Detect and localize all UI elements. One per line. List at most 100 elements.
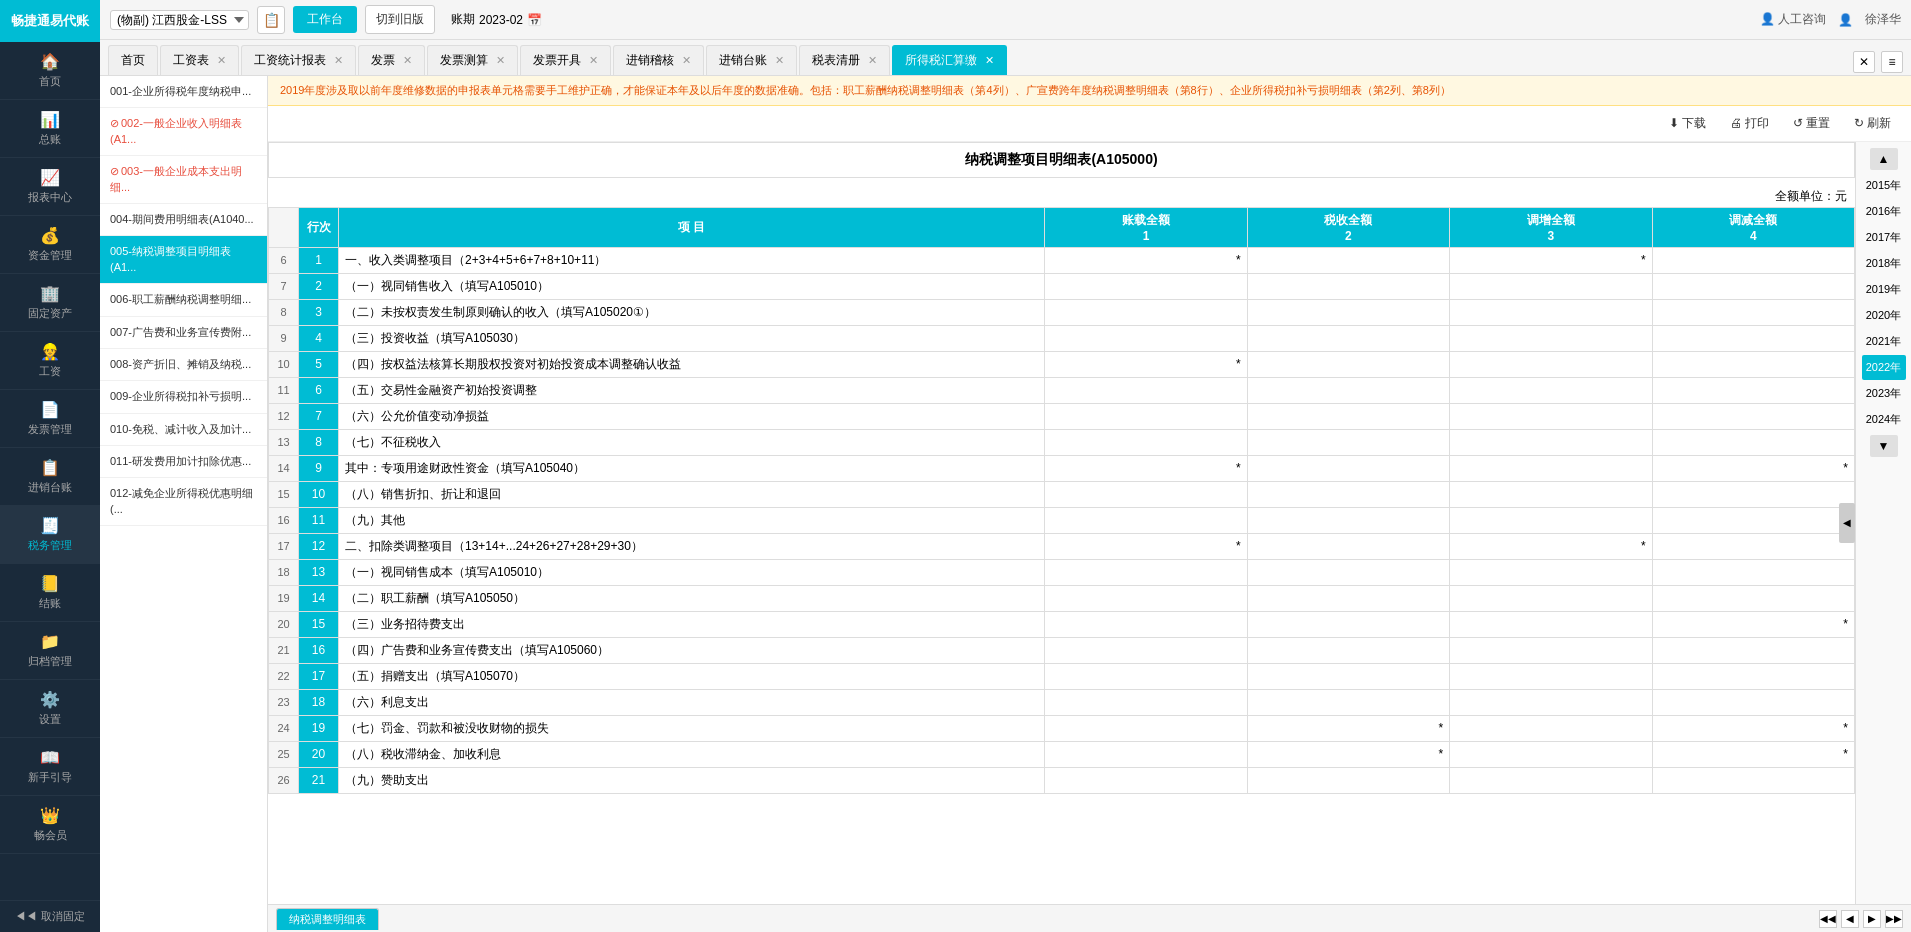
- data-cell-2[interactable]: [1247, 637, 1449, 663]
- tab-close-btn[interactable]: ✕: [682, 54, 691, 67]
- data-cell-3[interactable]: [1450, 377, 1652, 403]
- data-cell-4[interactable]: [1652, 351, 1854, 377]
- tab-发票开具[interactable]: 发票开具✕: [520, 45, 611, 75]
- collapse-button[interactable]: ◀: [1839, 503, 1855, 543]
- left-panel-item[interactable]: 004-期间费用明细表(A1040...: [100, 204, 267, 236]
- data-cell-1[interactable]: *: [1045, 247, 1247, 273]
- data-cell-3[interactable]: [1450, 455, 1652, 481]
- year-item[interactable]: 2015年: [1862, 173, 1906, 198]
- close-tab-btn[interactable]: ✕: [1853, 51, 1875, 73]
- data-cell-1[interactable]: [1045, 481, 1247, 507]
- left-panel-item[interactable]: 012-减免企业所得税优惠明细(...: [100, 478, 267, 526]
- data-cell-2[interactable]: [1247, 689, 1449, 715]
- data-cell-3[interactable]: [1450, 767, 1652, 793]
- sidebar-item-总账[interactable]: 📊总账: [0, 100, 100, 158]
- data-cell-2[interactable]: [1247, 507, 1449, 533]
- year-item[interactable]: 2023年: [1862, 381, 1906, 406]
- data-cell-2[interactable]: *: [1247, 741, 1449, 767]
- data-cell-4[interactable]: [1652, 507, 1854, 533]
- data-cell-3[interactable]: *: [1450, 247, 1652, 273]
- left-panel-item[interactable]: ⊘002-一般企业收入明细表(A1...: [100, 108, 267, 156]
- sidebar-item-结账[interactable]: 📒结账: [0, 564, 100, 622]
- left-panel-item[interactable]: 011-研发费用加计扣除优惠...: [100, 446, 267, 478]
- data-cell-3[interactable]: [1450, 611, 1652, 637]
- workbench-button[interactable]: 工作台: [293, 6, 357, 33]
- data-cell-3[interactable]: [1450, 299, 1652, 325]
- data-cell-2[interactable]: [1247, 533, 1449, 559]
- data-cell-3[interactable]: [1450, 663, 1652, 689]
- sidebar-item-报表中心[interactable]: 📈报表中心: [0, 158, 100, 216]
- tab-首页[interactable]: 首页: [108, 45, 158, 75]
- sidebar-item-发票管理[interactable]: 📄发票管理: [0, 390, 100, 448]
- unpin-button[interactable]: ◀◀ 取消固定: [0, 901, 100, 932]
- user-service-link[interactable]: 👤 人工咨询: [1760, 11, 1826, 28]
- data-cell-2[interactable]: [1247, 767, 1449, 793]
- data-cell-1[interactable]: [1045, 377, 1247, 403]
- sidebar-item-税务管理[interactable]: 🧾税务管理: [0, 506, 100, 564]
- data-cell-4[interactable]: *: [1652, 715, 1854, 741]
- data-cell-1[interactable]: *: [1045, 351, 1247, 377]
- company-select[interactable]: (物副) 江西股金-LSS: [110, 10, 249, 30]
- data-cell-2[interactable]: [1247, 663, 1449, 689]
- data-cell-4[interactable]: [1652, 767, 1854, 793]
- tab-close-btn[interactable]: ✕: [496, 54, 505, 67]
- data-cell-4[interactable]: [1652, 559, 1854, 585]
- year-up-button[interactable]: ▲: [1870, 148, 1898, 170]
- data-cell-1[interactable]: [1045, 715, 1247, 741]
- data-cell-1[interactable]: [1045, 403, 1247, 429]
- refresh-button[interactable]: ↻ 刷新: [1846, 112, 1899, 135]
- data-cell-1[interactable]: [1045, 507, 1247, 533]
- data-cell-1[interactable]: [1045, 559, 1247, 585]
- data-cell-2[interactable]: [1247, 299, 1449, 325]
- data-cell-3[interactable]: [1450, 273, 1652, 299]
- data-cell-4[interactable]: [1652, 299, 1854, 325]
- data-cell-2[interactable]: [1247, 247, 1449, 273]
- data-cell-4[interactable]: [1652, 585, 1854, 611]
- tab-close-btn[interactable]: ✕: [589, 54, 598, 67]
- left-panel-item[interactable]: 005-纳税调整项目明细表(A1...: [100, 236, 267, 284]
- data-cell-4[interactable]: [1652, 637, 1854, 663]
- sidebar-item-首页[interactable]: 🏠首页: [0, 42, 100, 100]
- data-cell-3[interactable]: [1450, 559, 1652, 585]
- data-cell-3[interactable]: [1450, 481, 1652, 507]
- more-tabs-btn[interactable]: ≡: [1881, 51, 1903, 73]
- data-cell-4[interactable]: [1652, 403, 1854, 429]
- data-cell-2[interactable]: [1247, 481, 1449, 507]
- data-cell-1[interactable]: *: [1045, 533, 1247, 559]
- sidebar-item-进销台账[interactable]: 📋进销台账: [0, 448, 100, 506]
- data-cell-2[interactable]: [1247, 455, 1449, 481]
- left-panel-item[interactable]: 001-企业所得税年度纳税申...: [100, 76, 267, 108]
- tab-close-btn[interactable]: ✕: [403, 54, 412, 67]
- company-icon-btn[interactable]: 📋: [257, 6, 285, 34]
- data-cell-4[interactable]: *: [1652, 611, 1854, 637]
- tab-所得税汇算缴[interactable]: 所得税汇算缴✕: [892, 45, 1007, 75]
- data-cell-1[interactable]: [1045, 637, 1247, 663]
- data-cell-1[interactable]: [1045, 611, 1247, 637]
- data-cell-3[interactable]: *: [1450, 533, 1652, 559]
- left-panel-item[interactable]: 006-职工薪酬纳税调整明细...: [100, 284, 267, 316]
- tab-税表清册[interactable]: 税表清册✕: [799, 45, 890, 75]
- data-cell-1[interactable]: [1045, 299, 1247, 325]
- year-item[interactable]: 2020年: [1862, 303, 1906, 328]
- data-cell-2[interactable]: [1247, 325, 1449, 351]
- data-cell-1[interactable]: *: [1045, 455, 1247, 481]
- tab-进销稽核[interactable]: 进销稽核✕: [613, 45, 704, 75]
- year-item[interactable]: 2022年: [1862, 355, 1906, 380]
- data-cell-1[interactable]: [1045, 429, 1247, 455]
- scroll-left-btn[interactable]: ◀◀: [1819, 910, 1837, 928]
- sidebar-item-固定资产[interactable]: 🏢固定资产: [0, 274, 100, 332]
- period-edit-icon[interactable]: 📅: [527, 13, 542, 27]
- tab-发票[interactable]: 发票✕: [358, 45, 425, 75]
- data-cell-3[interactable]: [1450, 325, 1652, 351]
- data-cell-1[interactable]: [1045, 741, 1247, 767]
- data-cell-1[interactable]: [1045, 663, 1247, 689]
- data-cell-1[interactable]: [1045, 273, 1247, 299]
- scroll-next-btn[interactable]: ▶: [1863, 910, 1881, 928]
- scroll-right-btn[interactable]: ▶▶: [1885, 910, 1903, 928]
- data-cell-1[interactable]: [1045, 689, 1247, 715]
- sidebar-item-工资[interactable]: 👷工资: [0, 332, 100, 390]
- tab-发票测算[interactable]: 发票测算✕: [427, 45, 518, 75]
- print-button[interactable]: 🖨 打印: [1722, 112, 1777, 135]
- data-cell-3[interactable]: [1450, 715, 1652, 741]
- sidebar-item-畅会员[interactable]: 👑畅会员: [0, 796, 100, 854]
